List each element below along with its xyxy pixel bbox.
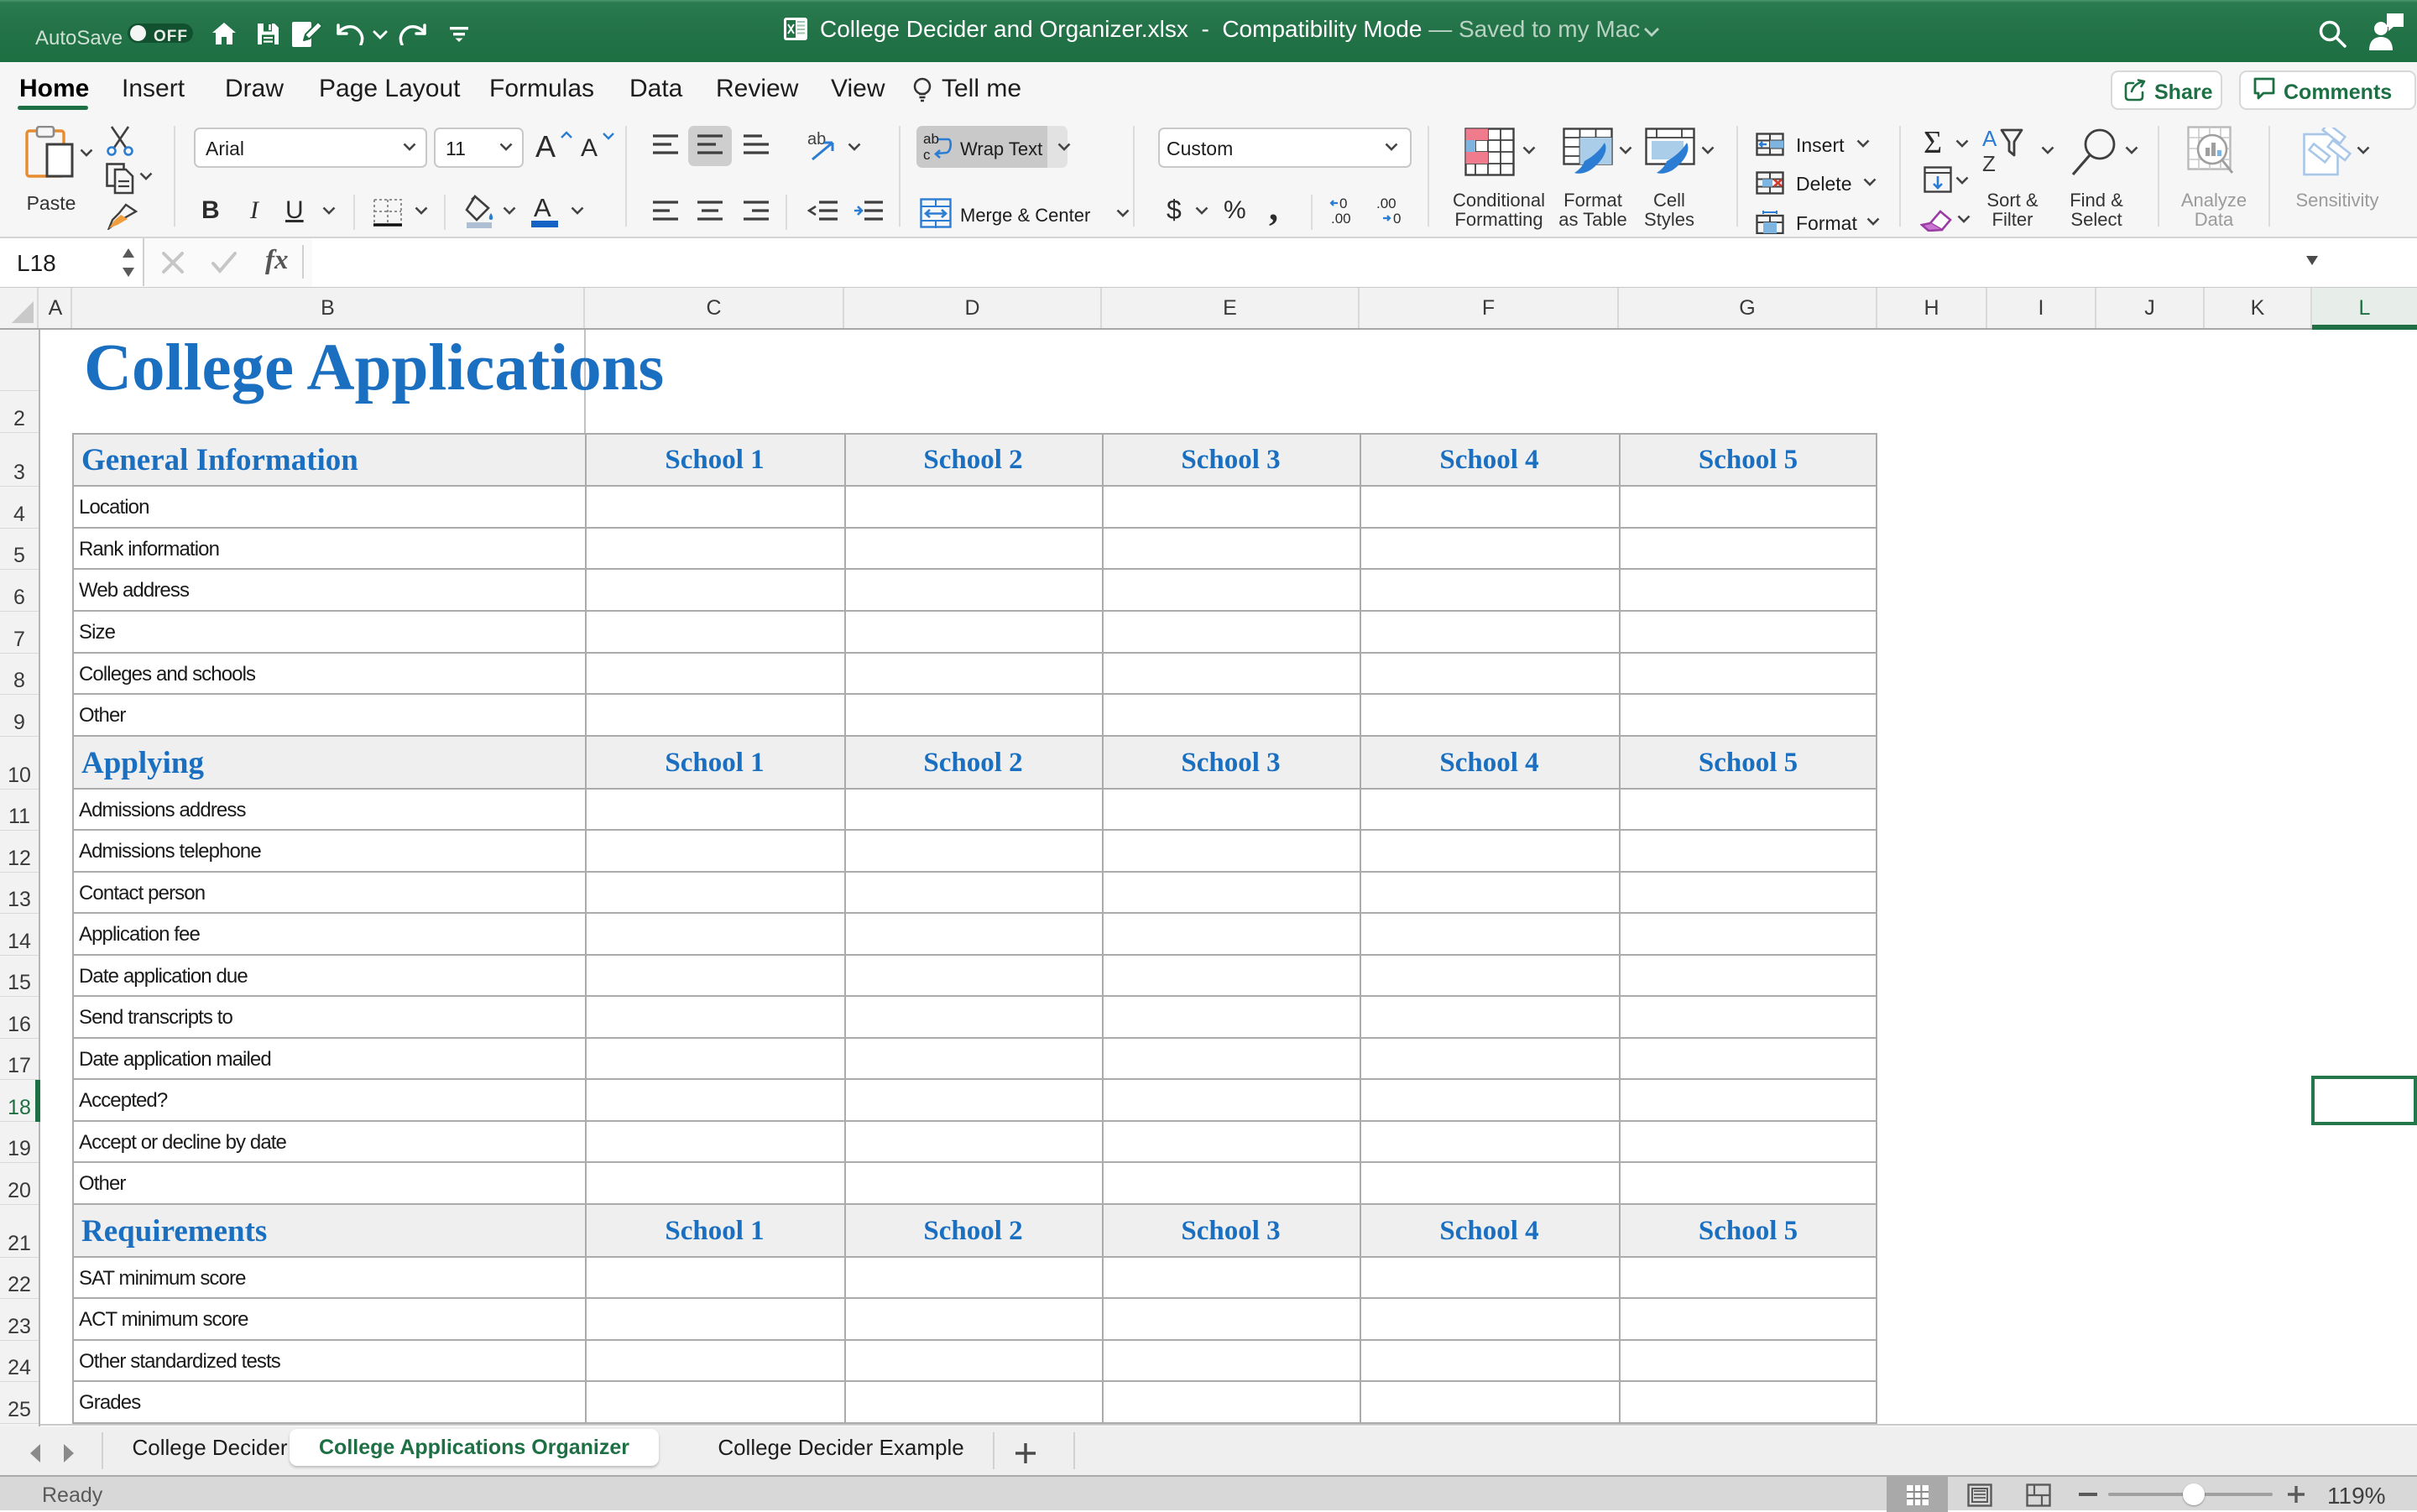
svg-text:0: 0 [1339, 196, 1347, 211]
svg-text:.00: .00 [1331, 211, 1351, 227]
svg-text:Z: Z [1982, 151, 1996, 176]
svg-text:c: c [923, 147, 931, 163]
svg-text:A: A [1982, 128, 1997, 151]
svg-text:.00: .00 [1376, 196, 1396, 211]
svg-text:ab: ab [807, 130, 826, 149]
svg-text:0: 0 [1393, 211, 1401, 227]
svg-text:ab: ab [923, 131, 939, 147]
